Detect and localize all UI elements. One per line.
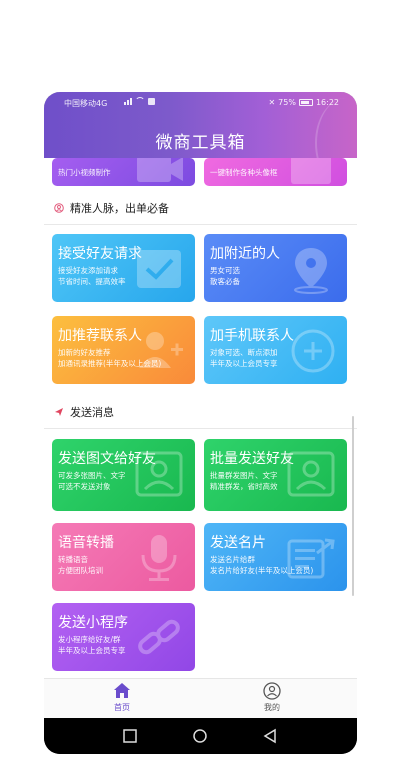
section-header-contacts: 精准人脉，出单必备 [54,200,169,216]
send-image-text-card[interactable]: 发送图文给好友 可发多张图片、文字 可选不发送对象 [52,439,195,511]
app-header: 中国移动4G ✕ 75% 16:22 微商工具箱 [44,92,357,158]
card-desc-line: 对象可选、断点添加 [210,348,278,357]
bottom-tab-bar: 首页 我的 [44,678,357,718]
app-screen: 中国移动4G ✕ 75% 16:22 微商工具箱 热门小视频制作 一键制作各种头… [44,92,357,718]
section-title: 精准人脉，出单必备 [70,202,169,215]
carrier-label: 中国移动4G [64,99,108,108]
card-desc-line: 可选不发送对象 [58,482,111,491]
check-icon [137,250,181,288]
share-card-icon [287,538,335,579]
card-desc-line: 一键制作各种头像框 [210,168,278,177]
picture-icon [291,158,331,184]
link-icon [138,619,180,655]
battery-percent: 75% [278,98,296,107]
notification-icon [148,97,155,105]
card-desc-line: 发小程序给好友/群 [58,635,121,644]
card-title: 加手机联系人 [210,328,294,344]
add-recommended-card[interactable]: 加推荐联系人 加新的好友推荐 加通讯录推荐(半年及以上会员) [52,316,195,384]
microphone-icon [141,535,177,581]
video-icon [137,158,183,182]
battery-icon [298,99,313,106]
add-nearby-card[interactable]: 加附近的人 男女可选散客必备 [204,234,347,302]
divider [44,428,357,429]
send-namecard-card[interactable]: 发送名片 发送名片给群 发名片给好友(半年及以上会员) [204,523,347,591]
tab-home[interactable]: 首页 [82,682,162,713]
system-nav-bar [44,718,357,754]
card-desc-line: 半年及以上会员专享 [210,359,278,368]
card-title: 发送小程序 [58,615,128,631]
phone-frame: 中国移动4G ✕ 75% 16:22 微商工具箱 热门小视频制作 一键制作各种头… [44,92,357,754]
card-title: 加附近的人 [210,246,280,262]
card-desc-line: 男女可选 [210,266,240,275]
card-desc-line: 可发多张图片、文字 [58,471,126,480]
card-desc: 男女可选 散客必备 [210,265,240,287]
card-desc-line: 接受好友添加请求 [58,266,118,275]
signal-group [124,97,155,105]
tab-mine[interactable]: 我的 [232,682,312,713]
card-title: 接受好友请求 [58,246,142,262]
card-desc-line: 精准群发，省时高效 [210,482,278,491]
card-desc: 转播语音方便团队培训 [58,554,103,576]
section-title: 发送消息 [70,406,114,419]
page-title: 微商工具箱 [155,133,246,153]
wifi-icon [135,97,145,105]
section-header-messages: 发送消息 [54,404,114,420]
image-person-icon [287,451,335,497]
card-title: 批量发送好友 [210,451,294,467]
card-title: 加推荐联系人 [58,328,142,344]
voice-broadcast-card[interactable]: 语音转播 转播语音方便团队培训 [52,523,195,591]
card-desc: 可发多张图片、文字 可选不发送对象 [58,470,126,492]
card-desc-line: 半年及以上会员专享 [58,646,126,655]
status-bar: 中国移动4G ✕ 75% 16:22 [44,92,357,114]
card-desc-line: 热门小视频制作 [58,168,111,177]
mute-icon: ✕ [268,98,276,107]
card-desc-line: 发送名片给群 [210,555,255,564]
plus-circle-icon [291,329,335,373]
user-circle-icon [263,682,281,700]
batch-send-card[interactable]: 批量发送好友 批量群发图片、文字 精准群发，省时高效 [204,439,347,511]
home-button-icon[interactable] [192,728,208,744]
recent-apps-icon[interactable] [122,728,138,744]
send-arrow-icon [55,408,63,416]
card-desc-line: 方便团队培训 [58,566,103,575]
card-desc-line: 节省时间、提高效率 [58,277,126,286]
card-desc-line: 转播语音 [58,555,88,564]
accept-friend-request-card[interactable]: 接受好友请求 接受好友添加请求 节省时间、提高效率 [52,234,195,302]
card-desc-line: 批量群发图片、文字 [210,471,278,480]
back-icon[interactable] [262,728,278,744]
card-desc-line: 散客必备 [210,277,240,286]
divider [44,224,357,225]
status-right: ✕ 75% 16:22 [268,98,339,107]
location-pin-icon [294,248,328,294]
avatar-frame-card[interactable]: 一键制作各种头像框 [204,158,347,186]
card-desc: 发小程序给好友/群 半年及以上会员专享 [58,634,126,656]
tool-list[interactable]: 热门小视频制作 一键制作各种头像框 精准人脉，出单必备 接受好友请求 接受好友添… [44,158,357,678]
card-desc: 批量群发图片、文字 精准群发，省时高效 [210,470,278,492]
image-person-icon [135,451,183,497]
send-miniprogram-card[interactable]: 发送小程序 发小程序给好友/群 半年及以上会员专享 [52,603,195,671]
card-desc-line: 加新的好友推荐 [58,348,111,357]
card-desc: 接受好友添加请求 节省时间、提高效率 [58,265,126,287]
home-icon [114,683,130,698]
card-title: 发送名片 [210,535,266,551]
signal-icon [124,97,132,105]
add-phone-contacts-card[interactable]: 加手机联系人 对象可选、断点添加 半年及以上会员专享 [204,316,347,384]
add-contact-icon [139,332,183,368]
card-desc: 对象可选、断点添加 半年及以上会员专享 [210,347,278,369]
video-maker-card[interactable]: 热门小视频制作 [52,158,195,186]
tab-label: 我的 [264,703,280,712]
person-circle-icon [54,203,64,213]
tab-label: 首页 [114,703,130,712]
clock: 16:22 [315,98,339,107]
card-title: 语音转播 [58,535,114,551]
scrollbar[interactable] [352,416,354,596]
